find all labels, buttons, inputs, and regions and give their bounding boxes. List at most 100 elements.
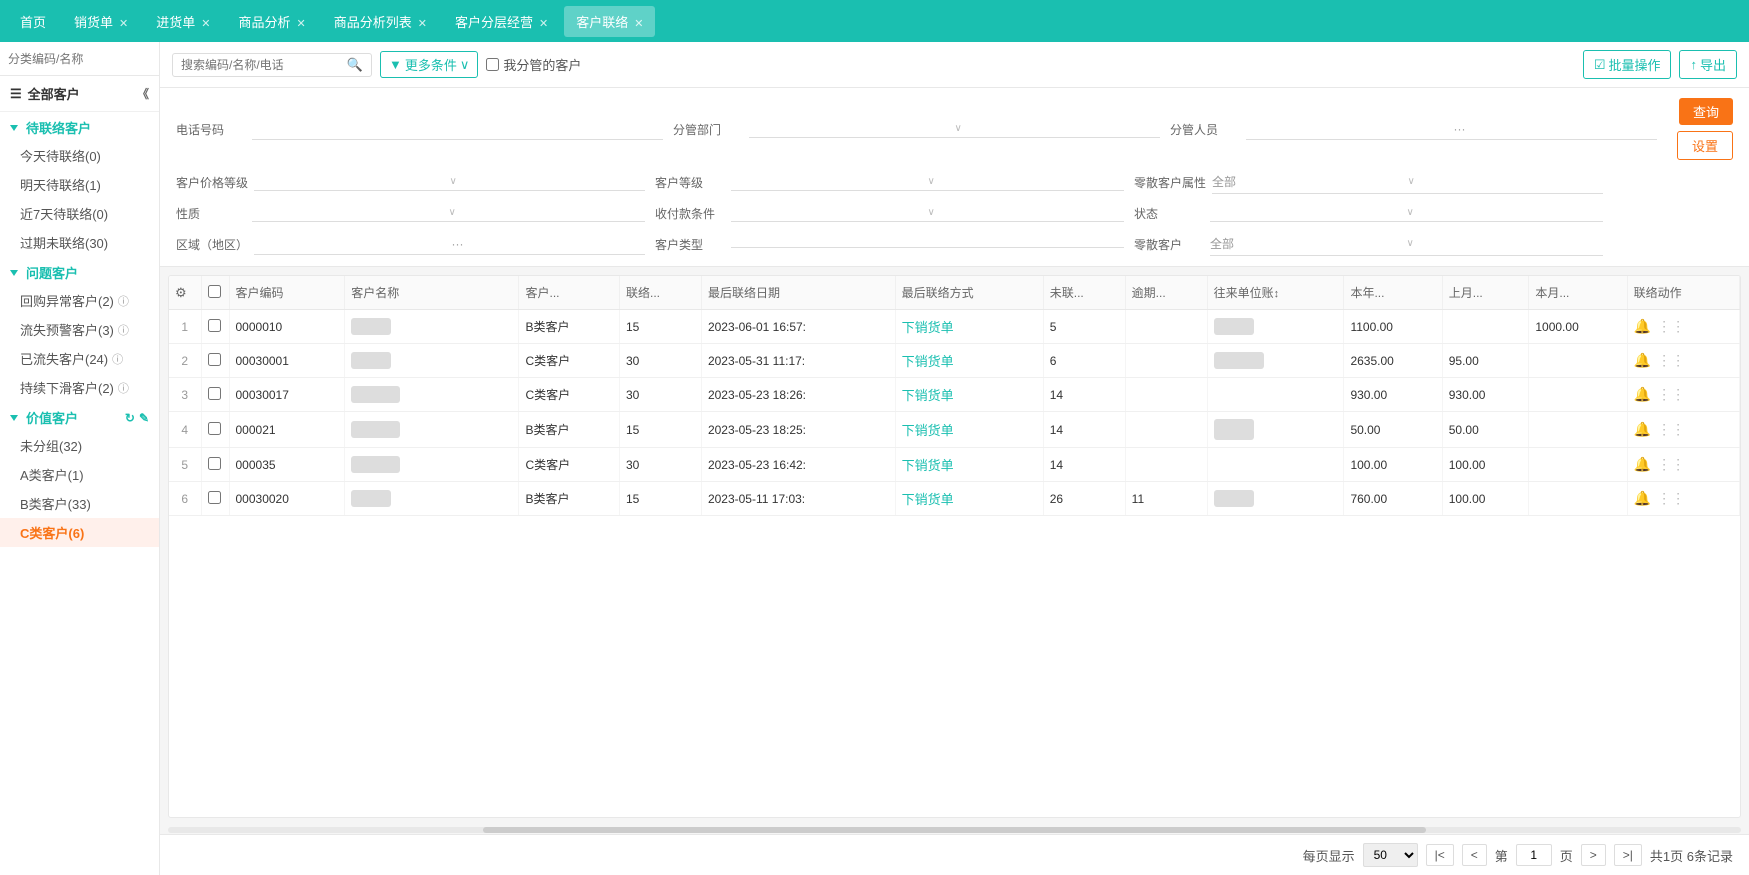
- nav-purchase[interactable]: 进货单✕: [144, 6, 222, 37]
- contact-bell-icon[interactable]: 🔔: [1634, 352, 1651, 369]
- more-filter-button[interactable]: ▼ 更多条件 ∨: [380, 51, 478, 78]
- last-page-button[interactable]: >|: [1614, 844, 1642, 866]
- prev-page-button[interactable]: <: [1462, 844, 1487, 866]
- nav-customer-contact[interactable]: 客户联络✕: [564, 6, 655, 37]
- value-grade-select[interactable]: ∨: [254, 173, 645, 191]
- level-select[interactable]: ∨: [731, 173, 1124, 191]
- first-page-button[interactable]: |<: [1426, 844, 1454, 866]
- batch-operation-button[interactable]: ☑ 批量操作: [1583, 50, 1672, 79]
- td-code: 00030020: [229, 482, 345, 516]
- query-button[interactable]: 查询: [1679, 98, 1733, 125]
- contact-more-icon[interactable]: ⋮⋮: [1657, 386, 1685, 403]
- my-customers-checkbox-container: 我分管的客户: [486, 55, 581, 74]
- retail-select[interactable]: 全部 ∨: [1210, 232, 1603, 256]
- td-actions: 🔔 ⋮⋮: [1627, 412, 1739, 448]
- manager-select[interactable]: ···: [1246, 119, 1657, 140]
- close-goods-analysis-icon[interactable]: ✕: [297, 18, 306, 30]
- horizontal-scrollbar[interactable]: [168, 826, 1741, 834]
- contact-bell-icon[interactable]: 🔔: [1634, 456, 1651, 473]
- sidebar-search-input[interactable]: [8, 52, 160, 66]
- select-all-checkbox[interactable]: [208, 285, 221, 298]
- my-customers-checkbox[interactable]: [486, 58, 499, 71]
- sidebar-item-declining[interactable]: 持续下滑客户(2) ⓘ: [0, 373, 159, 402]
- sidebar-item-ungrouped[interactable]: 未分组(32): [0, 431, 159, 460]
- close-goods-list-icon[interactable]: ✕: [418, 18, 427, 30]
- all-customers-section[interactable]: ☰ 全部客户 《: [0, 76, 159, 112]
- contact-more-icon[interactable]: ⋮⋮: [1657, 421, 1685, 438]
- payment-select[interactable]: ∨: [731, 204, 1124, 222]
- nav-home[interactable]: 首页: [8, 6, 58, 37]
- contact-bell-icon[interactable]: 🔔: [1634, 386, 1651, 403]
- nav-goods-analysis[interactable]: 商品分析✕: [226, 6, 317, 37]
- sidebar-item-class-a[interactable]: A类客户(1): [0, 460, 159, 489]
- td-last-contact-date: 2023-06-01 16:57:: [701, 310, 895, 344]
- content-area: 🔍 ▼ 更多条件 ∨ 我分管的客户 ☑ 批量操作 ↑ 导出: [160, 42, 1749, 875]
- nav-sales[interactable]: 销货单✕: [62, 6, 140, 37]
- contact-more-icon[interactable]: ⋮⋮: [1657, 456, 1685, 473]
- row-checkbox[interactable]: [208, 457, 221, 470]
- page-input[interactable]: [1516, 844, 1552, 866]
- group-value-refresh[interactable]: ↻: [125, 411, 135, 425]
- nature-select[interactable]: ∨: [252, 204, 645, 222]
- close-customer-tier-icon[interactable]: ✕: [539, 18, 548, 30]
- contact-bell-icon[interactable]: 🔔: [1634, 318, 1651, 335]
- settings-button[interactable]: 设置: [1677, 131, 1733, 160]
- contact-method-link[interactable]: 下销货单: [902, 388, 954, 403]
- value-grade-label: 客户价格等级: [176, 174, 248, 191]
- region-dots-icon[interactable]: ···: [452, 237, 646, 251]
- sidebar-collapse-icon[interactable]: 《: [137, 85, 149, 102]
- sidebar-item-week[interactable]: 近7天待联络(0): [0, 199, 159, 228]
- close-sales-icon[interactable]: ✕: [119, 18, 128, 30]
- sidebar-item-churn-warning[interactable]: 流失预警客户(3) ⓘ: [0, 315, 159, 344]
- retail-attr-select[interactable]: 全部 ∨: [1212, 170, 1603, 194]
- level-chevron-icon: ∨: [928, 176, 1125, 187]
- manager-dots-icon[interactable]: ···: [1454, 122, 1658, 136]
- td-no: 4: [169, 412, 201, 448]
- contact-method-link[interactable]: 下销货单: [902, 423, 954, 438]
- td-no: 3: [169, 378, 201, 412]
- customer-name-blurred: ████: [351, 386, 400, 403]
- sidebar-search-container: 🔍: [0, 42, 159, 76]
- phone-input[interactable]: [252, 119, 663, 140]
- region-select[interactable]: ···: [254, 234, 645, 255]
- sidebar-item-abnormal[interactable]: 回购异常客户(2) ⓘ: [0, 286, 159, 315]
- row-checkbox[interactable]: [208, 319, 221, 332]
- export-button[interactable]: ↑ 导出: [1679, 50, 1737, 79]
- close-customer-contact-icon[interactable]: ✕: [634, 18, 643, 30]
- row-checkbox[interactable]: [208, 387, 221, 400]
- td-overdue: [1125, 448, 1207, 482]
- search-input[interactable]: [181, 58, 347, 72]
- row-checkbox[interactable]: [208, 353, 221, 366]
- status-select[interactable]: ∨: [1210, 204, 1603, 222]
- contact-more-icon[interactable]: ⋮⋮: [1657, 318, 1685, 335]
- sidebar-item-churned[interactable]: 已流失客户(24) ⓘ: [0, 344, 159, 373]
- close-purchase-icon[interactable]: ✕: [201, 18, 210, 30]
- sidebar-item-today[interactable]: 今天待联络(0): [0, 141, 159, 170]
- group-value-edit[interactable]: ✎: [139, 411, 149, 425]
- contact-more-icon[interactable]: ⋮⋮: [1657, 490, 1685, 507]
- contact-more-icon[interactable]: ⋮⋮: [1657, 352, 1685, 369]
- contact-bell-icon[interactable]: 🔔: [1634, 490, 1651, 507]
- td-no: 2: [169, 344, 201, 378]
- per-page-select[interactable]: 50 100 200: [1363, 843, 1418, 867]
- sidebar-item-tomorrow[interactable]: 明天待联络(1): [0, 170, 159, 199]
- contact-method-link[interactable]: 下销货单: [902, 492, 954, 507]
- nav-customer-tier[interactable]: 客户分层经营✕: [443, 6, 560, 37]
- contact-bell-icon[interactable]: 🔔: [1634, 421, 1651, 438]
- row-checkbox[interactable]: [208, 422, 221, 435]
- scrollbar-thumb[interactable]: [483, 827, 1427, 833]
- th-settings[interactable]: ⚙: [169, 276, 201, 310]
- row-checkbox[interactable]: [208, 491, 221, 504]
- contact-method-link[interactable]: 下销货单: [902, 320, 954, 335]
- next-page-button[interactable]: >: [1581, 844, 1606, 866]
- td-last-month: 95.00: [1442, 344, 1529, 378]
- sidebar-item-class-b[interactable]: B类客户(33): [0, 489, 159, 518]
- sidebar-item-overdue[interactable]: 过期未联络(30): [0, 228, 159, 257]
- dept-select[interactable]: ∨: [749, 120, 1160, 138]
- contact-method-link[interactable]: 下销货单: [902, 354, 954, 369]
- nav-goods-list[interactable]: 商品分析列表✕: [322, 6, 439, 37]
- table-row: 2 00030001 █ C类客户 30 2023-05-31 11:17: 下…: [169, 344, 1740, 378]
- sidebar-item-class-c[interactable]: C类客户(6): [0, 518, 159, 547]
- contact-method-link[interactable]: 下销货单: [902, 458, 954, 473]
- customer-type-select[interactable]: [731, 241, 1124, 248]
